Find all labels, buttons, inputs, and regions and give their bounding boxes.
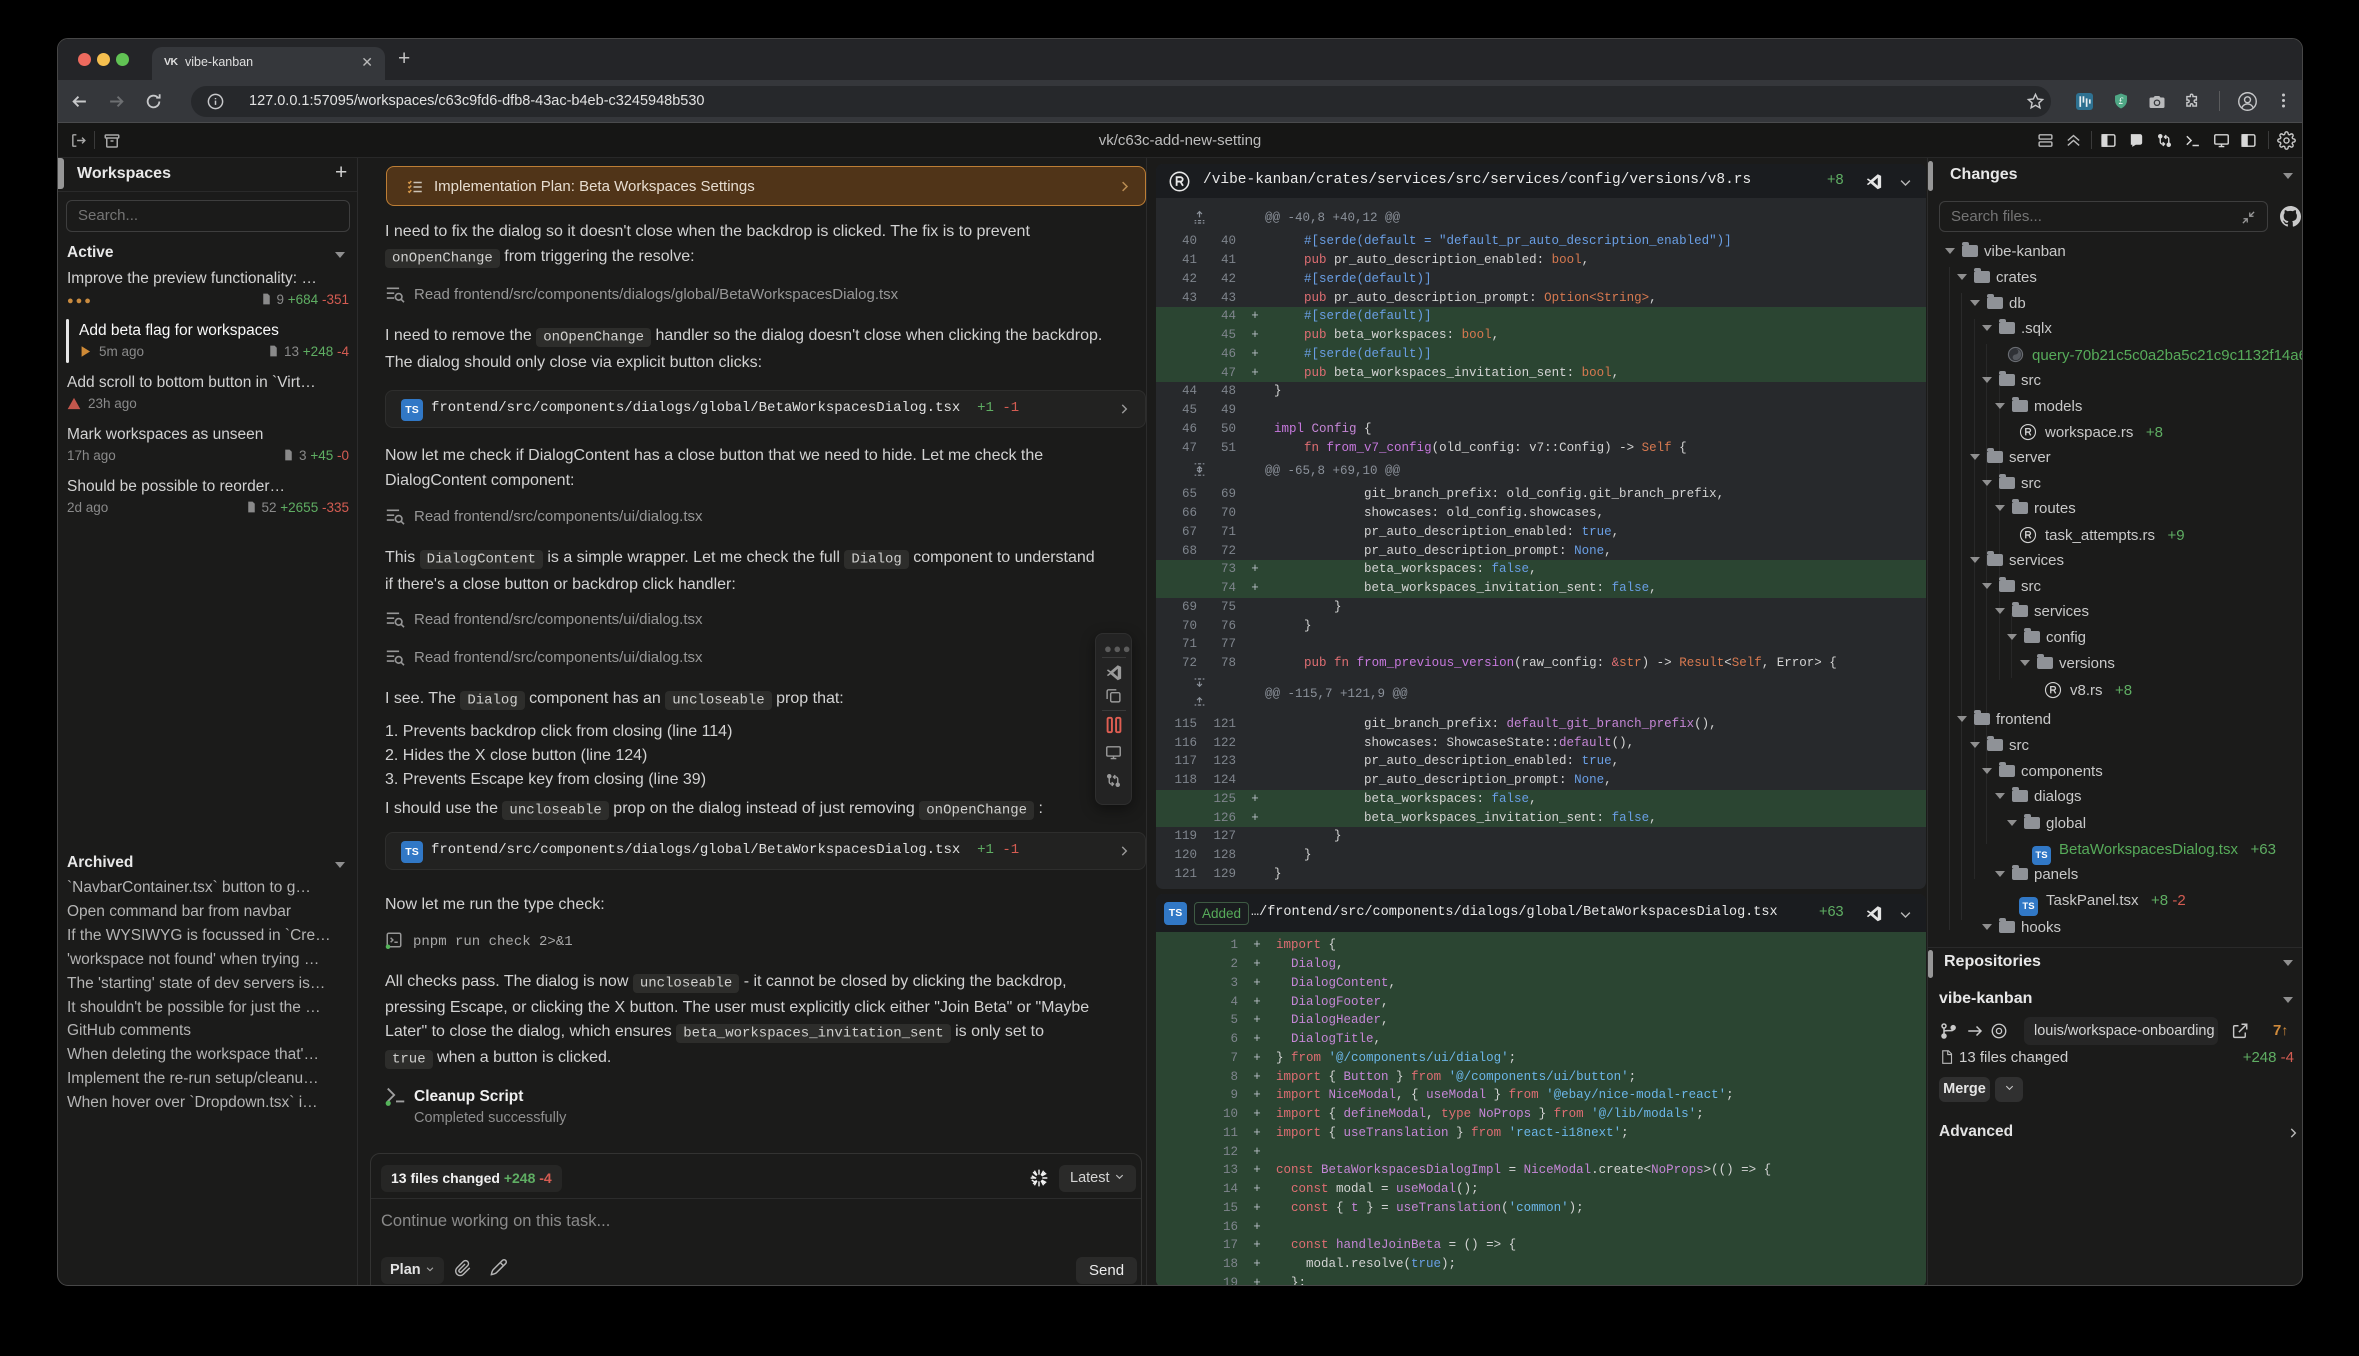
svg-text:£: £ [2119,96,2124,106]
